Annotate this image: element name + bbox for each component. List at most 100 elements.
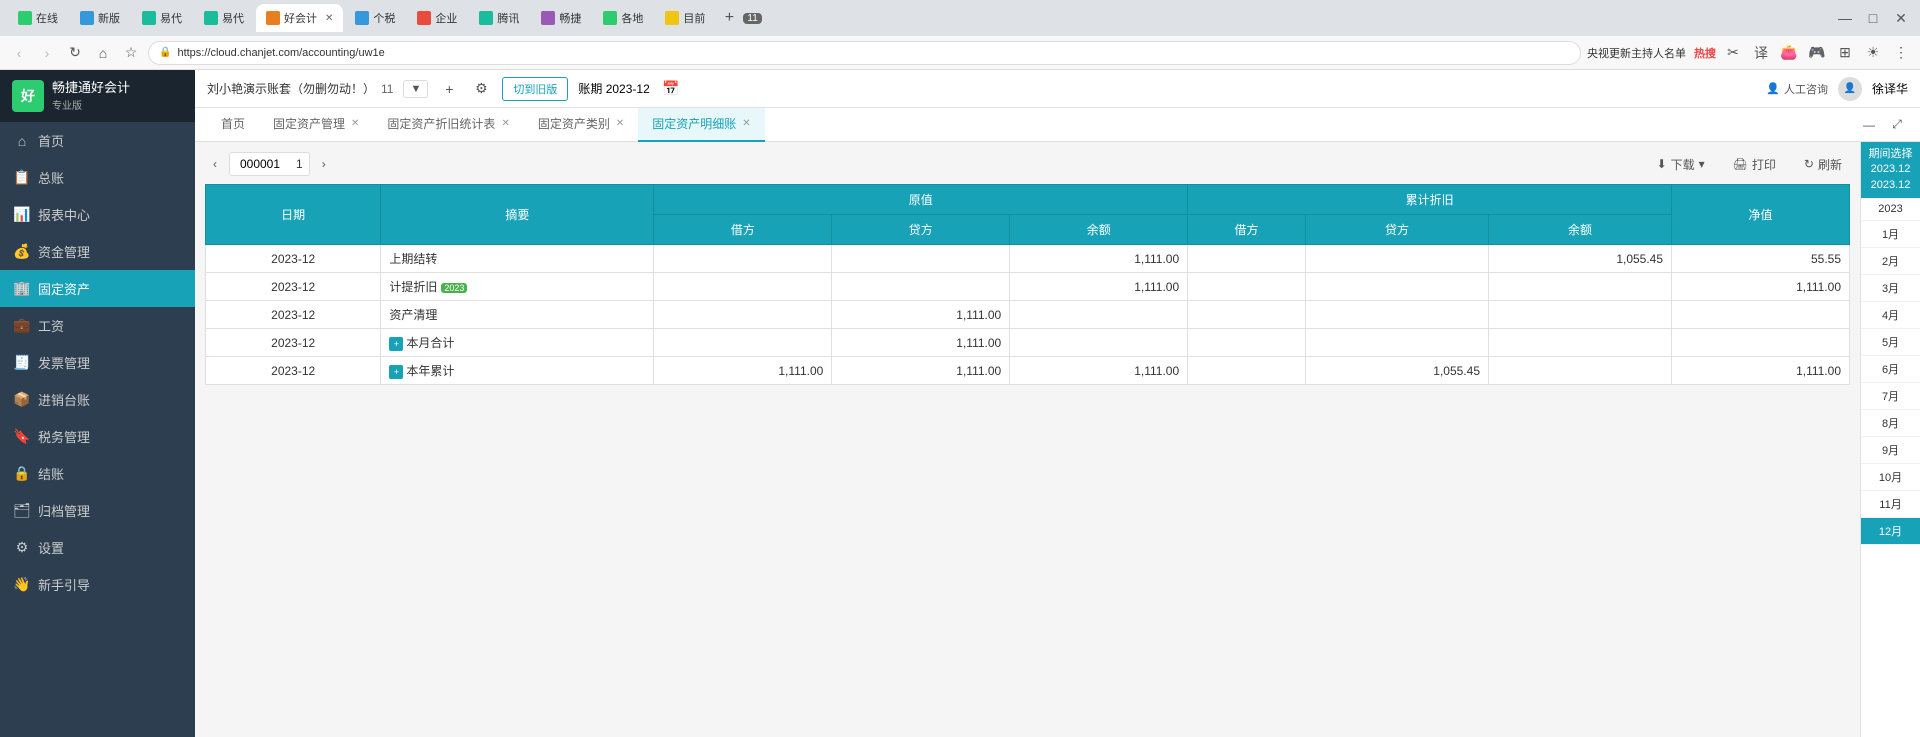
close-icon[interactable]: ✕ [351, 118, 359, 129]
add-tab-button[interactable]: + [717, 6, 741, 30]
page-number-input[interactable] [230, 153, 290, 175]
extensions-button[interactable]: ✂ [1722, 42, 1744, 64]
add-account-button[interactable]: + [438, 78, 460, 100]
browser-tab-10[interactable]: 各地 [593, 4, 653, 32]
prev-page-button[interactable]: ‹ [205, 154, 225, 174]
grid-button[interactable]: ⊞ [1834, 42, 1856, 64]
refresh-icon: ↻ [1804, 157, 1814, 171]
settings-account-button[interactable]: ⚙ [470, 78, 492, 100]
browser-tab-5[interactable]: 好会计 ✕ [256, 4, 343, 32]
table-cell [1010, 301, 1188, 329]
tab-fixed-depreciation[interactable]: 固定资产折旧统计表 ✕ [373, 108, 523, 142]
sidebar-item-guide[interactable]: 👋 新手引导 [0, 566, 195, 603]
period-month-item[interactable]: 5月 [1861, 329, 1920, 356]
period-month-item[interactable]: 10月 [1861, 464, 1920, 491]
sidebar-item-ledger[interactable]: 📋 总账 [0, 159, 195, 196]
period-month-item[interactable]: 7月 [1861, 383, 1920, 410]
refresh-browser-button[interactable]: ↻ [64, 42, 86, 64]
tab-fixed-category[interactable]: 固定资产类别 ✕ [524, 108, 638, 142]
table-cell [1188, 273, 1306, 301]
sidebar-item-label: 固定资产 [38, 279, 90, 298]
close-icon[interactable]: ✕ [742, 118, 750, 129]
sidebar-item-tax[interactable]: 🔖 税务管理 [0, 418, 195, 455]
close-icon[interactable]: ✕ [501, 118, 509, 129]
sidebar-item-settings[interactable]: ⚙ 设置 [0, 529, 195, 566]
browser-tab-2[interactable]: 新版 [70, 4, 130, 32]
brightness-button[interactable]: ☀ [1862, 42, 1884, 64]
sidebar-item-archive[interactable]: 🗂 归档管理 [0, 492, 195, 529]
switch-version-button[interactable]: 切到旧版 [502, 77, 568, 101]
nav-actions: 央视更新主持人名单 热搜 [1587, 45, 1716, 61]
browser-tab-7[interactable]: 企业 [407, 4, 467, 32]
tab-home[interactable]: 首页 [207, 108, 259, 142]
table-row: 2023-12+本月合计1,111.00 [206, 329, 1850, 357]
period-month-item[interactable]: 4月 [1861, 302, 1920, 329]
period-month-item[interactable]: 11月 [1861, 491, 1920, 518]
user-avatar[interactable]: 👤 [1838, 77, 1862, 101]
sidebar-item-report[interactable]: 📊 报表中心 [0, 196, 195, 233]
browser-tab-3[interactable]: 易代 [132, 4, 192, 32]
period-month-item[interactable]: 9月 [1861, 437, 1920, 464]
browser-tab-4[interactable]: 易代 [194, 4, 254, 32]
next-page-button[interactable]: › [314, 154, 334, 174]
sidebar-menu: ⌂ 首页 📋 总账 📊 报表中心 💰 资金管理 🏢 固定资产 💼 工资 [0, 122, 195, 737]
tab-favicon-3 [142, 11, 156, 25]
hot-search-link[interactable]: 热搜 [1694, 45, 1716, 61]
period-month-item[interactable]: 6月 [1861, 356, 1920, 383]
service-button[interactable]: 👤 人工咨询 [1766, 81, 1828, 97]
sidebar-item-home[interactable]: ⌂ 首页 [0, 122, 195, 159]
bookmark-button[interactable]: ☆ [120, 42, 142, 64]
tab-favicon-11 [665, 11, 679, 25]
games-button[interactable]: 🎮 [1806, 42, 1828, 64]
tax-icon: 🔖 [14, 429, 30, 445]
period-month-item[interactable]: 3月 [1861, 275, 1920, 302]
sidebar-item-salary[interactable]: 💼 工资 [0, 307, 195, 344]
browser-tab-11[interactable]: 目前 [655, 4, 715, 32]
table-cell: 2023-12 [206, 245, 381, 273]
table-cell: 上期结转 [381, 245, 654, 273]
sidebar-item-inventory[interactable]: 📦 进销台账 [0, 381, 195, 418]
period-month-item[interactable]: 12月 [1861, 518, 1920, 545]
browser-tab-1[interactable]: 在线 [8, 4, 68, 32]
maximize-button[interactable]: □ [1862, 7, 1884, 29]
minimize-button[interactable]: — [1834, 7, 1856, 29]
download-dropdown-icon: ▾ [1699, 157, 1705, 171]
period-month-item[interactable]: 2023 [1861, 198, 1920, 221]
tab-favicon-4 [204, 11, 218, 25]
close-icon[interactable]: ✕ [616, 118, 624, 129]
browser-tab-6[interactable]: 个税 [345, 4, 405, 32]
browser-tab-8[interactable]: 腾讯 [469, 4, 529, 32]
table-cell [1305, 273, 1488, 301]
address-bar[interactable]: 🔒 https://cloud.chanjet.com/accounting/u… [148, 41, 1581, 65]
sidebar-item-invoice[interactable]: 🧾 发票管理 [0, 344, 195, 381]
expand-tab-button[interactable]: ⤢ [1886, 114, 1908, 136]
table-cell [654, 273, 832, 301]
collapse-tab-button[interactable]: — [1858, 114, 1880, 136]
wallet-button[interactable]: 👛 [1778, 42, 1800, 64]
close-window-button[interactable]: ✕ [1890, 7, 1912, 29]
forward-button[interactable]: › [36, 42, 58, 64]
period-header-start: 2023.12 [1863, 162, 1918, 177]
tab-fixed-detail[interactable]: 固定资产明细账 ✕ [638, 108, 764, 142]
refresh-button[interactable]: ↻ 刷新 [1796, 153, 1850, 176]
tab-label-3: 易代 [160, 10, 182, 26]
settings-browser-button[interactable]: ⋮ [1890, 42, 1912, 64]
calendar-icon[interactable]: 📅 [660, 78, 682, 100]
close-icon[interactable]: ✕ [325, 13, 333, 24]
sidebar-item-cash[interactable]: 💰 资金管理 [0, 233, 195, 270]
tab-fixed-dep-label: 固定资产折旧统计表 [387, 115, 495, 132]
translate-button[interactable]: 译 [1750, 42, 1772, 64]
print-button[interactable]: 🖨 打印 [1725, 153, 1784, 176]
period-month-item[interactable]: 2月 [1861, 248, 1920, 275]
back-button[interactable]: ‹ [8, 42, 30, 64]
account-dropdown[interactable]: ▼ [403, 80, 428, 98]
sidebar-item-closing[interactable]: 🔒 结账 [0, 455, 195, 492]
browser-tab-9[interactable]: 畅捷 [531, 4, 591, 32]
tab-fixed-mgmt[interactable]: 固定资产管理 ✕ [259, 108, 373, 142]
download-button[interactable]: ⬇ 下载 ▾ [1649, 153, 1713, 176]
tab-label-11: 目前 [683, 10, 705, 26]
sidebar-item-fixed-assets[interactable]: 🏢 固定资产 [0, 270, 195, 307]
period-month-item[interactable]: 8月 [1861, 410, 1920, 437]
home-browser-button[interactable]: ⌂ [92, 42, 114, 64]
period-month-item[interactable]: 1月 [1861, 221, 1920, 248]
